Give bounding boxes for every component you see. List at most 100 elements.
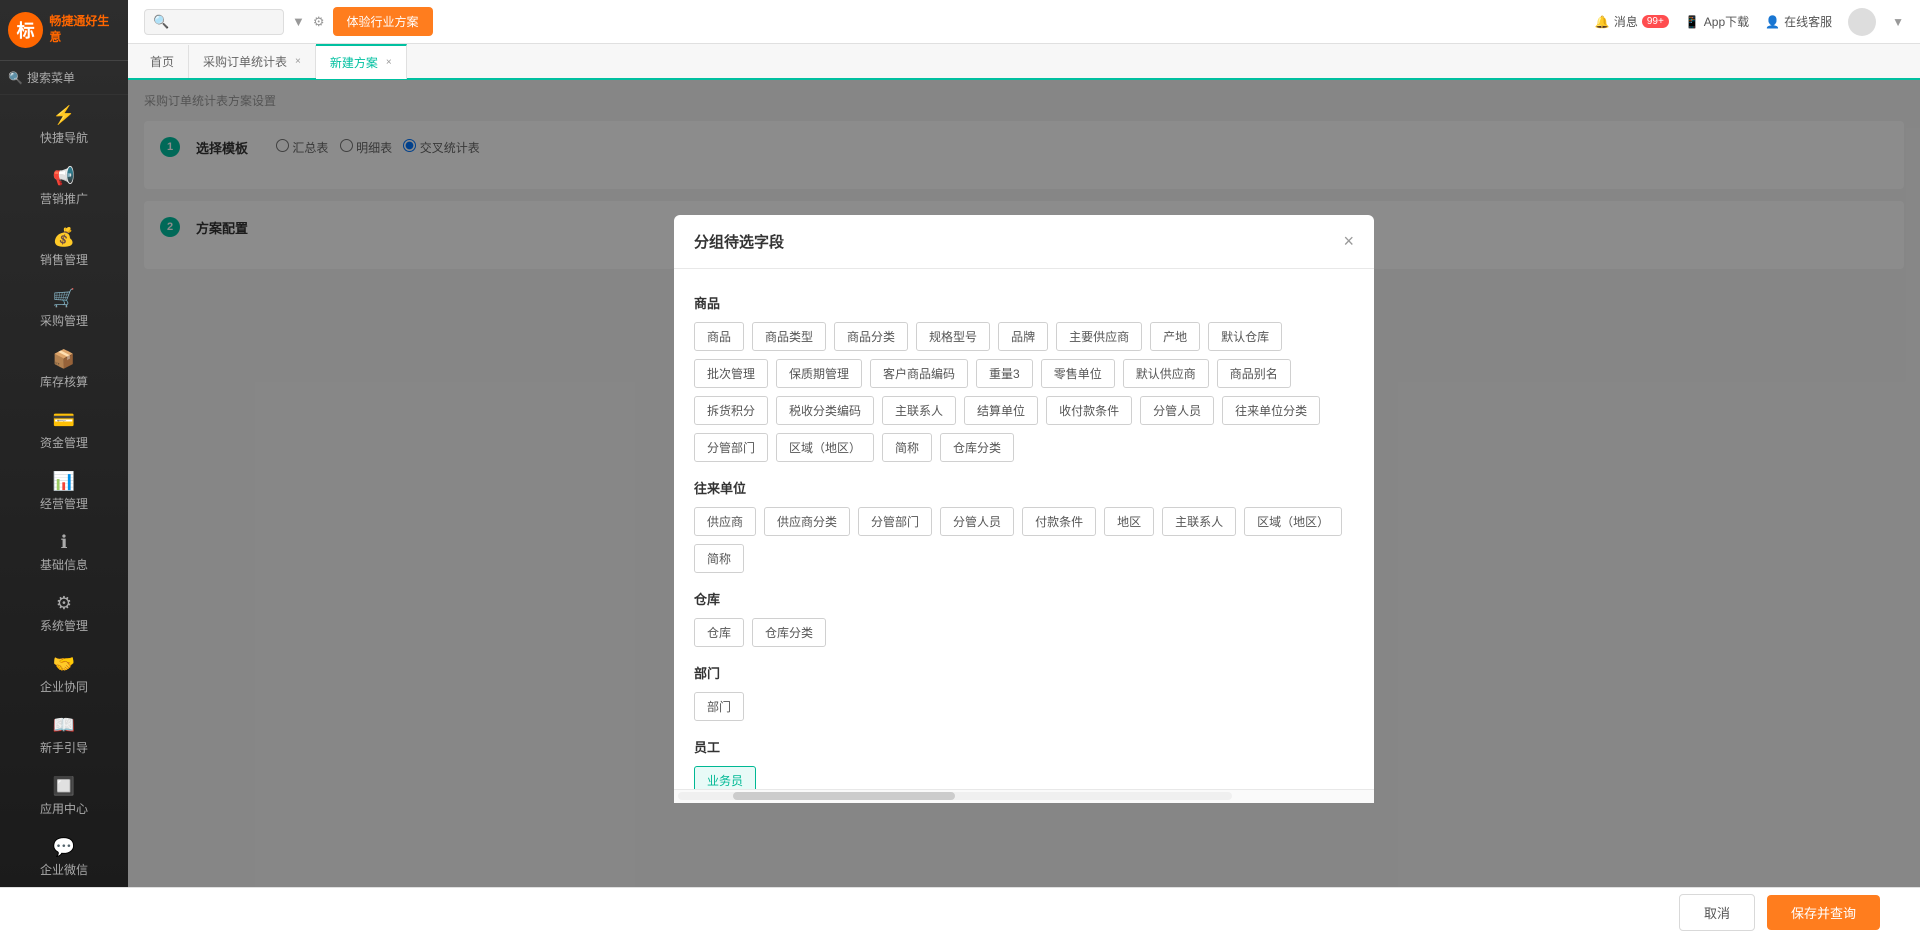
field-tag[interactable]: 主联系人 [882, 396, 956, 425]
field-tag[interactable]: 商品类型 [752, 322, 826, 351]
app-download-label: App下载 [1704, 13, 1749, 30]
sidebar-item-collab[interactable]: 🤝 企业协同 [0, 644, 128, 705]
sidebar-item-sales[interactable]: 💰 销售管理 [0, 217, 128, 278]
guide-icon: 📖 [53, 715, 75, 736]
sidebar-item-quicknav[interactable]: ⚡ 快捷导航 [0, 95, 128, 156]
sidebar-item-label: 系统管理 [40, 617, 88, 634]
baseinfo-icon: ℹ [61, 532, 68, 553]
field-tag[interactable]: 商品 [694, 322, 744, 351]
field-tag[interactable]: 拆货积分 [694, 396, 768, 425]
collab-icon: 🤝 [53, 654, 75, 675]
field-tag[interactable]: 区域（地区） [776, 433, 874, 462]
tab-new-scheme-label: 新建方案 [330, 54, 378, 71]
product-fields: 商品 商品类型 商品分类 规格型号 品牌 主要供应商 产地 默认仓库 批次管理 … [694, 322, 1354, 462]
notification-item[interactable]: 🔔 消息 99+ [1595, 13, 1669, 30]
experience-button[interactable]: 体验行业方案 [333, 7, 433, 36]
tab-home[interactable]: 首页 [136, 45, 189, 78]
warehouse-fields: 仓库 仓库分类 [694, 618, 1354, 647]
hscroll-track [678, 792, 1232, 800]
field-tag[interactable]: 主要供应商 [1056, 322, 1142, 351]
field-tag[interactable]: 默认仓库 [1208, 322, 1282, 351]
sidebar-search[interactable]: 🔍 搜索菜单 [0, 61, 128, 95]
modal-body: 商品 商品 商品类型 商品分类 规格型号 品牌 主要供应商 产地 默认仓库 批次… [674, 269, 1374, 789]
field-tag-employee-selected[interactable]: 业务员 [694, 766, 756, 789]
sidebar-item-purchase[interactable]: 🛒 采购管理 [0, 278, 128, 339]
field-tag[interactable]: 结算单位 [964, 396, 1038, 425]
sidebar-item-inventory[interactable]: 📦 库存核算 [0, 339, 128, 400]
sidebar-item-guide[interactable]: 📖 新手引导 [0, 705, 128, 766]
field-tag[interactable]: 产地 [1150, 322, 1200, 351]
sidebar-item-label: 基础信息 [40, 556, 88, 573]
field-tag[interactable]: 供应商 [694, 507, 756, 536]
field-tag[interactable]: 仓库分类 [940, 433, 1014, 462]
tab-purchase-stats[interactable]: 采购订单统计表 × [189, 45, 316, 78]
field-tag[interactable]: 默认供应商 [1123, 359, 1209, 388]
field-tag[interactable]: 仓库分类 [752, 618, 826, 647]
field-tag[interactable]: 主联系人 [1162, 507, 1236, 536]
tab-new-scheme[interactable]: 新建方案 × [316, 44, 407, 79]
field-tag[interactable]: 重量3 [976, 359, 1033, 388]
sidebar-item-label: 销售管理 [40, 251, 88, 268]
field-tag[interactable]: 保质期管理 [776, 359, 862, 388]
sidebar-item-wechat[interactable]: 💬 企业微信 [0, 827, 128, 888]
field-tag[interactable]: 品牌 [998, 322, 1048, 351]
field-tag[interactable]: 商品别名 [1217, 359, 1291, 388]
download-icon: 📱 [1685, 15, 1700, 29]
save-query-button[interactable]: 保存并查询 [1767, 895, 1880, 930]
header-search-input[interactable] [173, 15, 273, 29]
sidebar-item-system[interactable]: ⚙ 系统管理 [0, 583, 128, 644]
quicknav-icon: ⚡ [53, 105, 75, 126]
sidebar-item-base-info[interactable]: ℹ 基础信息 [0, 522, 128, 583]
field-tag[interactable]: 区域（地区） [1244, 507, 1342, 536]
field-tag[interactable]: 部门 [694, 692, 744, 721]
logo-area: 标 畅捷通好生意 [0, 0, 128, 61]
management-icon: 📊 [53, 471, 75, 492]
field-tag[interactable]: 供应商分类 [764, 507, 850, 536]
partner-fields: 供应商 供应商分类 分管部门 分管人员 付款条件 地区 主联系人 区域（地区） … [694, 507, 1354, 573]
field-tag[interactable]: 分管人员 [940, 507, 1014, 536]
field-tag[interactable]: 地区 [1104, 507, 1154, 536]
sidebar-item-marketing[interactable]: 📢 营销推广 [0, 156, 128, 217]
modal-horizontal-scrollbar[interactable] [674, 789, 1374, 803]
field-tag[interactable]: 规格型号 [916, 322, 990, 351]
field-tag[interactable]: 分管部门 [858, 507, 932, 536]
tab-purchase-close-icon[interactable]: × [295, 56, 301, 67]
field-tag[interactable]: 商品分类 [834, 322, 908, 351]
field-tag[interactable]: 简称 [882, 433, 932, 462]
field-tag[interactable]: 简称 [694, 544, 744, 573]
sidebar-item-management[interactable]: 📊 经营管理 [0, 461, 128, 522]
online-service-item[interactable]: 👤 在线客服 [1765, 13, 1832, 30]
field-tag[interactable]: 付款条件 [1022, 507, 1096, 536]
header-search-box[interactable]: 🔍 [144, 9, 284, 35]
tab-new-scheme-close-icon[interactable]: × [386, 57, 392, 68]
cancel-button[interactable]: 取消 [1679, 894, 1755, 931]
field-tag[interactable]: 税收分类编码 [776, 396, 874, 425]
user-arrow-icon[interactable]: ▼ [1892, 15, 1904, 29]
field-tag[interactable]: 收付款条件 [1046, 396, 1132, 425]
section-title-product: 商品 [694, 293, 1354, 312]
field-tag[interactable]: 分管部门 [694, 433, 768, 462]
sidebar-item-label: 新手引导 [40, 739, 88, 756]
field-tag[interactable]: 批次管理 [694, 359, 768, 388]
field-tag[interactable]: 客户商品编码 [870, 359, 968, 388]
sidebar: 标 畅捷通好生意 🔍 搜索菜单 ⚡ 快捷导航 📢 营销推广 💰 销售管理 🛒 采… [0, 0, 128, 937]
notification-label: 消息 [1614, 13, 1638, 30]
field-tag[interactable]: 仓库 [694, 618, 744, 647]
user-avatar[interactable] [1848, 8, 1876, 36]
sales-icon: 💰 [53, 227, 75, 248]
sidebar-item-label: 企业协同 [40, 678, 88, 695]
field-tag[interactable]: 分管人员 [1140, 396, 1214, 425]
section-title-department: 部门 [694, 663, 1354, 682]
dropdown-arrow-icon[interactable]: ▼ [292, 14, 305, 29]
settings-gear-icon[interactable]: ⚙ [313, 14, 325, 30]
field-tag[interactable]: 往来单位分类 [1222, 396, 1320, 425]
field-tag[interactable]: 零售单位 [1041, 359, 1115, 388]
sidebar-item-finance[interactable]: 💳 资金管理 [0, 400, 128, 461]
search-icon: 🔍 [8, 71, 23, 85]
header-right: 🔔 消息 99+ 📱 App下载 👤 在线客服 ▼ [1595, 8, 1904, 36]
sidebar-item-appcenter[interactable]: 🔲 应用中心 [0, 766, 128, 827]
modal-close-button[interactable]: × [1343, 231, 1354, 252]
app-download-item[interactable]: 📱 App下载 [1685, 13, 1749, 30]
section-title-partner: 往来单位 [694, 478, 1354, 497]
notification-badge: 99+ [1642, 15, 1669, 28]
